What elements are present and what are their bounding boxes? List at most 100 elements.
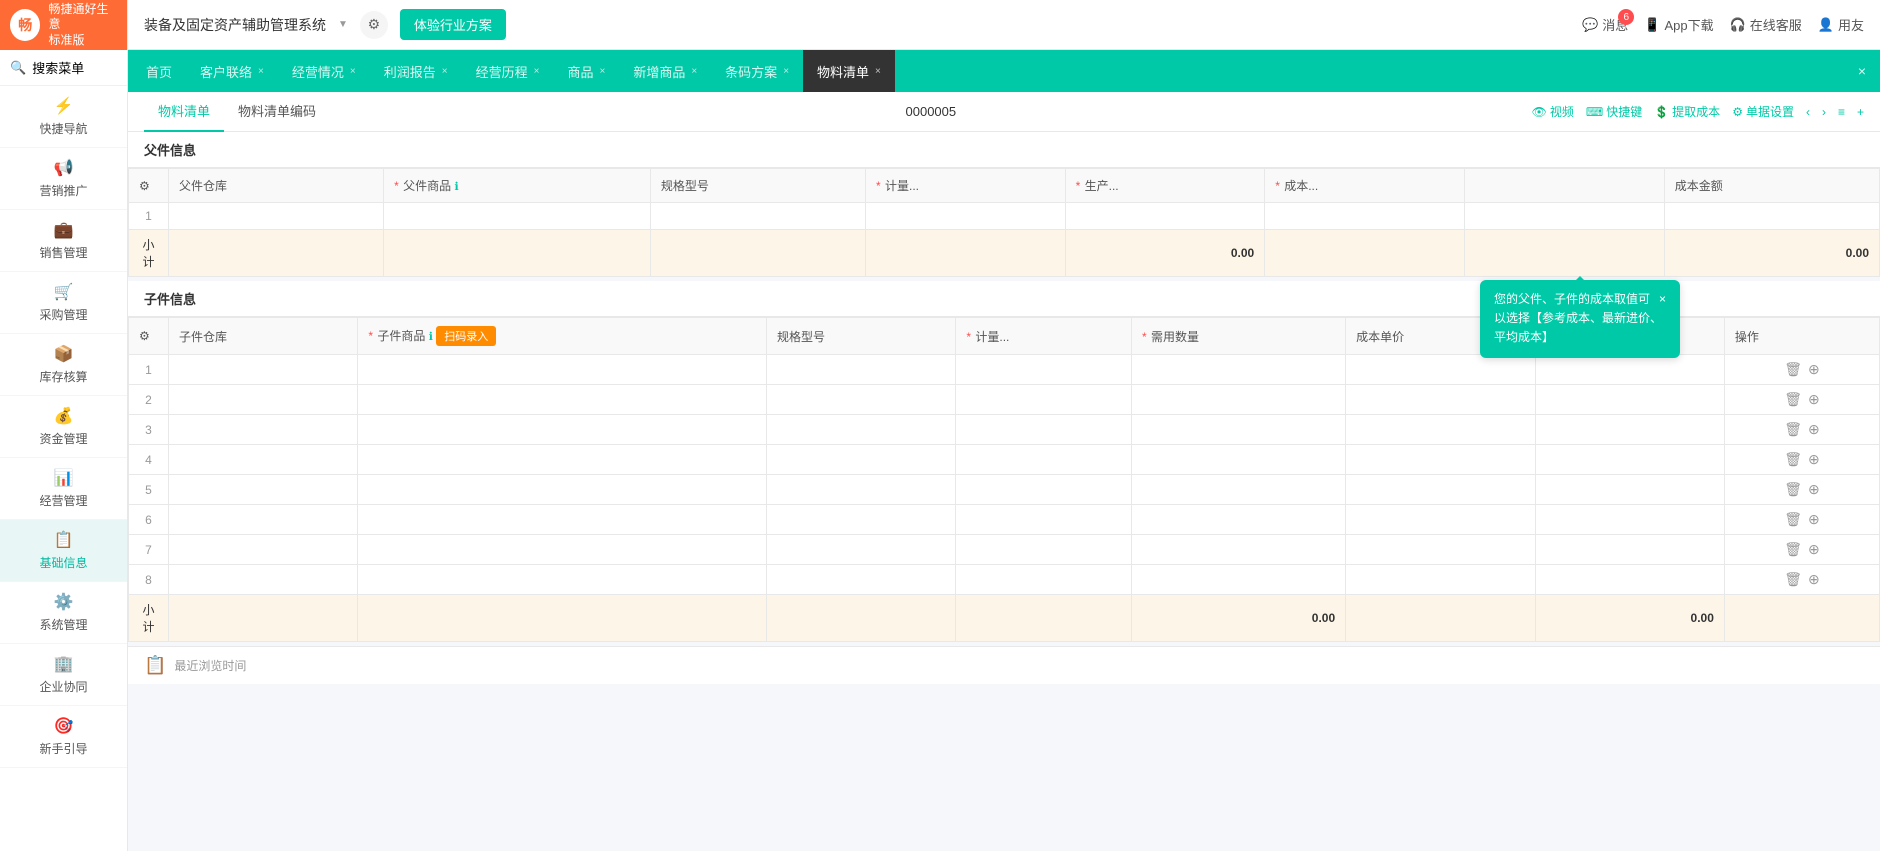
nav-next-button[interactable]: ›: [1822, 105, 1826, 119]
tab-products[interactable]: 商品 ×: [553, 50, 619, 92]
copy-icon-6[interactable]: ⊕: [1808, 511, 1820, 528]
sidebar-item-guide[interactable]: 🎯 新手引导: [0, 706, 127, 768]
child-unit-1[interactable]: [956, 355, 1132, 385]
child-quantity-4[interactable]: [1132, 445, 1346, 475]
tab-close-history[interactable]: ×: [534, 66, 540, 77]
child-product-2[interactable]: [358, 385, 767, 415]
child-unit-4[interactable]: [956, 445, 1132, 475]
sidebar-item-system[interactable]: ⚙️ 系统管理: [0, 582, 127, 644]
sidebar-item-basic[interactable]: 📋 基础信息: [0, 520, 127, 582]
sidebar-item-inventory[interactable]: 📦 库存核算: [0, 334, 127, 396]
child-warehouse-5[interactable]: [169, 475, 358, 505]
child-quantity-7[interactable]: [1132, 535, 1346, 565]
shortcut-action[interactable]: ⌨ 快捷键: [1586, 103, 1642, 120]
child-warehouse-6[interactable]: [169, 505, 358, 535]
child-product-8[interactable]: [358, 565, 767, 595]
child-quantity-2[interactable]: [1132, 385, 1346, 415]
copy-icon-5[interactable]: ⊕: [1808, 481, 1820, 498]
tab-profit[interactable]: 利润报告 ×: [370, 50, 462, 92]
child-unit-6[interactable]: [956, 505, 1132, 535]
parent-col-settings[interactable]: ⚙: [129, 169, 169, 203]
delete-icon-2[interactable]: 🗑: [1784, 391, 1802, 408]
sidebar-item-sales[interactable]: 💼 销售管理: [0, 210, 127, 272]
child-spec-6[interactable]: [766, 505, 955, 535]
sidebar-search[interactable]: 🔍 搜索菜单: [0, 50, 127, 86]
cost-action[interactable]: 💲 提取成本: [1654, 103, 1720, 120]
copy-icon-8[interactable]: ⊕: [1808, 571, 1820, 588]
view-action[interactable]: 👁 视频: [1532, 103, 1574, 120]
tab-close-barcode[interactable]: ×: [783, 66, 789, 77]
tab-close-products[interactable]: ×: [599, 66, 605, 77]
parent-cost-1[interactable]: [1265, 203, 1465, 230]
child-warehouse-2[interactable]: [169, 385, 358, 415]
scan-button[interactable]: 扫码录入: [436, 326, 496, 346]
parent-product-1[interactable]: [384, 203, 651, 230]
sidebar-item-purchase[interactable]: 🛒 采购管理: [0, 272, 127, 334]
delete-icon-8[interactable]: 🗑: [1784, 571, 1802, 588]
child-product-7[interactable]: [358, 535, 767, 565]
child-spec-5[interactable]: [766, 475, 955, 505]
tab-bomlist[interactable]: 物料清单 ×: [803, 50, 895, 92]
delete-icon-1[interactable]: 🗑: [1784, 361, 1802, 378]
tab-operation[interactable]: 经营情况 ×: [278, 50, 370, 92]
parent-produce-1[interactable]: [1065, 203, 1265, 230]
child-quantity-5[interactable]: [1132, 475, 1346, 505]
child-spec-2[interactable]: [766, 385, 955, 415]
child-product-4[interactable]: [358, 445, 767, 475]
child-product-3[interactable]: [358, 415, 767, 445]
tab-customers[interactable]: 客户联络 ×: [186, 50, 278, 92]
sidebar-item-enterprise[interactable]: 🏢 企业协同: [0, 644, 127, 706]
child-unitcost-3[interactable]: [1346, 415, 1535, 445]
tab-history[interactable]: 经营历程 ×: [462, 50, 554, 92]
menu-button[interactable]: ≡: [1838, 105, 1845, 119]
tab-close-newproduct[interactable]: ×: [691, 66, 697, 77]
nav-prev-button[interactable]: ‹: [1806, 105, 1810, 119]
child-warehouse-3[interactable]: [169, 415, 358, 445]
tab-close-profit[interactable]: ×: [442, 66, 448, 77]
tooltip-close-button[interactable]: ×: [1659, 290, 1666, 309]
child-spec-1[interactable]: [766, 355, 955, 385]
message-button[interactable]: 💬 6 消息: [1582, 15, 1628, 34]
subtab-bomcode[interactable]: 物料清单编码: [224, 92, 330, 132]
trial-button[interactable]: 体验行业方案: [400, 9, 506, 40]
copy-icon-2[interactable]: ⊕: [1808, 391, 1820, 408]
copy-icon-7[interactable]: ⊕: [1808, 541, 1820, 558]
child-warehouse-4[interactable]: [169, 445, 358, 475]
child-quantity-6[interactable]: [1132, 505, 1346, 535]
child-product-1[interactable]: [358, 355, 767, 385]
settings-button[interactable]: ⚙: [360, 11, 388, 39]
system-dropdown[interactable]: ▼: [338, 19, 348, 30]
add-button[interactable]: +: [1857, 105, 1864, 119]
child-col-settings[interactable]: ⚙: [129, 318, 169, 355]
child-spec-4[interactable]: [766, 445, 955, 475]
delete-icon-7[interactable]: 🗑: [1784, 541, 1802, 558]
parent-spec-1[interactable]: [650, 203, 865, 230]
close-all-tabs[interactable]: ×: [1848, 63, 1876, 79]
child-unitcost-1[interactable]: [1346, 355, 1535, 385]
child-unitcost-6[interactable]: [1346, 505, 1535, 535]
child-product-5[interactable]: [358, 475, 767, 505]
child-unitcost-8[interactable]: [1346, 565, 1535, 595]
settings-action[interactable]: ⚙ 单据设置: [1732, 103, 1794, 120]
child-warehouse-8[interactable]: [169, 565, 358, 595]
child-unitcost-4[interactable]: [1346, 445, 1535, 475]
online-service-button[interactable]: 🎧 在线客服: [1730, 15, 1802, 34]
child-warehouse-1[interactable]: [169, 355, 358, 385]
child-quantity-8[interactable]: [1132, 565, 1346, 595]
tab-barcode[interactable]: 条码方案 ×: [711, 50, 803, 92]
child-unitcost-5[interactable]: [1346, 475, 1535, 505]
child-product-6[interactable]: [358, 505, 767, 535]
user-button[interactable]: 👤 用友: [1818, 15, 1864, 34]
child-spec-3[interactable]: [766, 415, 955, 445]
child-unit-2[interactable]: [956, 385, 1132, 415]
parent-unit-1[interactable]: [866, 203, 1066, 230]
delete-icon-5[interactable]: 🗑: [1784, 481, 1802, 498]
sidebar-item-marketing[interactable]: 📢 营销推广: [0, 148, 127, 210]
child-unitcost-2[interactable]: [1346, 385, 1535, 415]
tab-close-operation[interactable]: ×: [350, 66, 356, 77]
copy-icon-1[interactable]: ⊕: [1808, 361, 1820, 378]
sidebar-item-quicknav[interactable]: ⚡ 快捷导航: [0, 86, 127, 148]
delete-icon-4[interactable]: 🗑: [1784, 451, 1802, 468]
child-spec-7[interactable]: [766, 535, 955, 565]
delete-icon-6[interactable]: 🗑: [1784, 511, 1802, 528]
